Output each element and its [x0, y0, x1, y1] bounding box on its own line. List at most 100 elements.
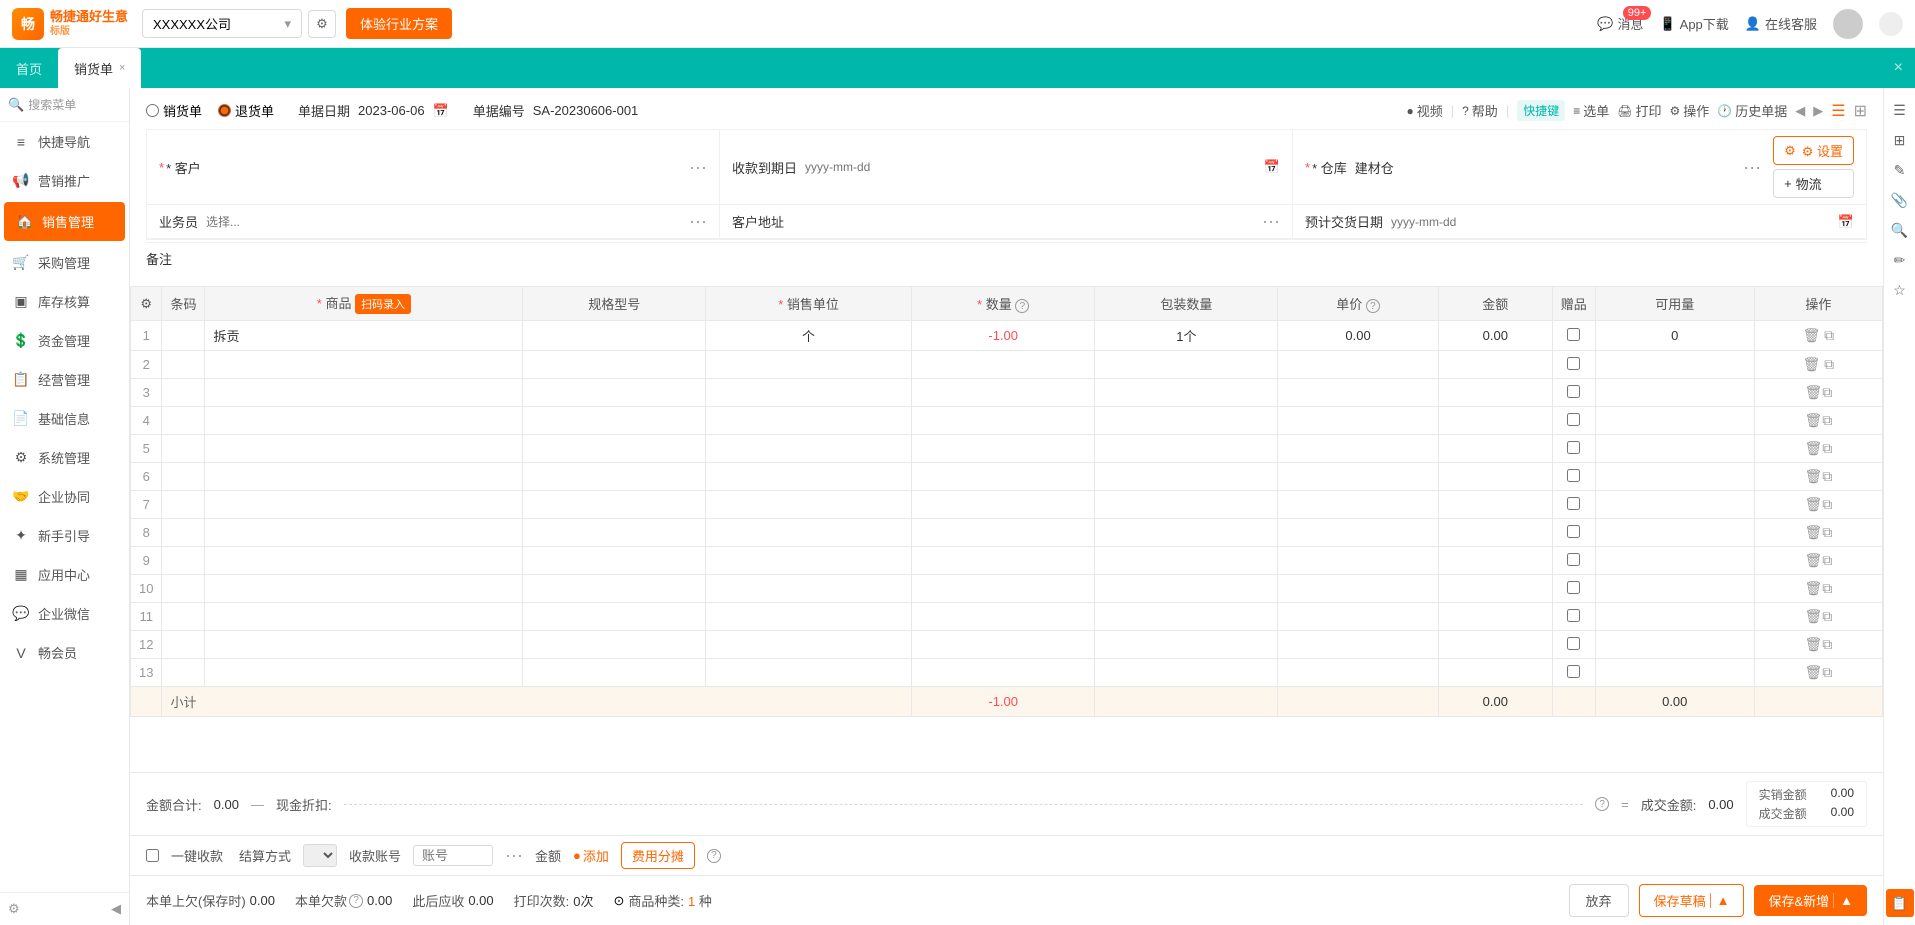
row-2-pkg[interactable]	[1095, 351, 1278, 379]
sidebar-item-finance[interactable]: 💲 资金管理	[0, 321, 129, 360]
save-new-button[interactable]: 保存&新增 ▲	[1754, 885, 1867, 916]
row-2-delete-icon[interactable]: 🗑	[1803, 356, 1821, 372]
row-1-pkg-qty[interactable]: 1个	[1095, 321, 1278, 351]
row-2-product[interactable]	[205, 351, 523, 379]
row-10-copy-icon[interactable]: ⧉	[1822, 580, 1832, 596]
expected-date-calendar-icon[interactable]: 📅	[1838, 214, 1854, 230]
right-panel-btn-5[interactable]: 🔍	[1886, 216, 1914, 244]
right-panel-btn-6[interactable]: ✏	[1886, 246, 1914, 274]
row-2-barcode[interactable]	[162, 351, 205, 379]
debit-help-icon[interactable]: ?	[349, 894, 363, 908]
row-7-delete-icon[interactable]: 🗑	[1804, 496, 1822, 512]
right-panel-btn-1[interactable]: ☰	[1886, 96, 1914, 124]
row-13-delete-icon[interactable]: 🗑	[1804, 664, 1822, 680]
row-1-delete-icon[interactable]: 🗑	[1803, 327, 1821, 343]
radio-sale[interactable]: 销货单	[146, 101, 202, 120]
row-1-amount[interactable]: 0.00	[1438, 321, 1552, 351]
fee-help-icon[interactable]: ?	[707, 849, 721, 863]
row-2-copy-icon[interactable]: ⧉	[1824, 356, 1834, 372]
row-11-delete-icon[interactable]: 🗑	[1804, 608, 1822, 624]
row-6-copy-icon[interactable]: ⧉	[1822, 468, 1832, 484]
row-7-copy-icon[interactable]: ⧉	[1822, 496, 1832, 512]
right-panel-btn-8[interactable]: 📋	[1886, 889, 1914, 917]
user-avatar2[interactable]	[1879, 12, 1903, 36]
setting-button[interactable]: ⚙ ⚙ 设置	[1773, 136, 1854, 165]
row-1-spec[interactable]	[523, 321, 706, 351]
radio-return-input[interactable]	[218, 104, 231, 117]
product-type-circle[interactable]: ⊙	[614, 893, 625, 909]
help-btn[interactable]: ? 帮助	[1462, 101, 1498, 120]
right-panel-btn-2[interactable]: ⊞	[1886, 126, 1914, 154]
row-1-barcode[interactable]	[162, 321, 205, 351]
user-avatar[interactable]	[1833, 9, 1863, 39]
row-2-gift-checkbox[interactable]	[1567, 357, 1580, 370]
sidebar-item-operations[interactable]: 📋 经营管理	[0, 360, 129, 399]
sidebar-item-apps[interactable]: ▦ 应用中心	[0, 555, 129, 594]
salesperson-dots[interactable]: ···	[689, 211, 707, 232]
sidebar-item-quick-nav[interactable]: ≡ 快捷导航	[0, 122, 129, 161]
sidebar-settings-icon[interactable]: ⚙	[8, 901, 20, 917]
sidebar-item-collab[interactable]: 🤝 企业协同	[0, 477, 129, 516]
shortcut-btn[interactable]: 快捷键	[1517, 100, 1565, 121]
radio-sale-input[interactable]	[146, 104, 159, 117]
select-btn[interactable]: ≡ 选单	[1573, 101, 1609, 120]
row-1-product[interactable]: 拆贡	[205, 321, 523, 351]
discount-help-icon[interactable]: ?	[1595, 797, 1609, 811]
row-2-spec[interactable]	[523, 351, 706, 379]
company-selector[interactable]: XXXXXX公司 ▾	[142, 9, 302, 38]
video-btn[interactable]: ● 视频	[1406, 101, 1442, 120]
right-panel-btn-4[interactable]: 📎	[1886, 186, 1914, 214]
message-button[interactable]: 💬 消息 99+	[1597, 14, 1643, 33]
right-panel-btn-7[interactable]: ☆	[1886, 276, 1914, 304]
col-settings-header[interactable]: ⚙	[131, 287, 162, 321]
sidebar-item-purchase[interactable]: 🛒 采购管理	[0, 243, 129, 282]
expected-date-input[interactable]	[1391, 215, 1838, 229]
sidebar-item-guide[interactable]: ✦ 新手引导	[0, 516, 129, 555]
row-10-delete-icon[interactable]: 🗑	[1804, 580, 1822, 596]
row-2-unit[interactable]	[706, 351, 912, 379]
customer-addr-dots[interactable]: ···	[1262, 211, 1280, 232]
sidebar-item-wechat[interactable]: 💬 企业微信	[0, 594, 129, 633]
tab-sales-order[interactable]: 销货单 ×	[58, 48, 141, 88]
row-12-delete-icon[interactable]: 🗑	[1804, 636, 1822, 652]
row-11-copy-icon[interactable]: ⧉	[1822, 608, 1832, 624]
calendar-icon[interactable]: 📅	[433, 103, 449, 119]
history-btn[interactable]: 🕐 历史单据	[1717, 101, 1787, 120]
list-view-icon[interactable]: ☰	[1831, 101, 1845, 121]
due-date-input[interactable]	[805, 160, 1264, 174]
row-6-delete-icon[interactable]: 🗑	[1804, 468, 1822, 484]
discard-button[interactable]: 放弃	[1569, 884, 1629, 917]
prev-icon[interactable]: ◀	[1795, 103, 1805, 119]
settings-button[interactable]: ⚙	[308, 10, 336, 38]
row-2-gift[interactable]	[1552, 351, 1595, 379]
sidebar-item-system[interactable]: ⚙ 系统管理	[0, 438, 129, 477]
row-3-copy-icon[interactable]: ⧉	[1822, 384, 1832, 400]
warehouse-dots[interactable]: ···	[1743, 157, 1761, 178]
nav-close-button[interactable]: ×	[1894, 59, 1903, 77]
sidebar-item-inventory[interactable]: ▣ 库存核算	[0, 282, 129, 321]
row-3-delete-icon[interactable]: 🗑	[1804, 384, 1822, 400]
one-click-checkbox[interactable]	[146, 849, 159, 862]
customer-input[interactable]	[210, 156, 689, 178]
row-12-copy-icon[interactable]: ⧉	[1822, 636, 1832, 652]
tab-close-icon[interactable]: ×	[119, 62, 125, 74]
row-2-amount[interactable]	[1438, 351, 1552, 379]
row-4-delete-icon[interactable]: 🗑	[1804, 412, 1822, 428]
tab-home[interactable]: 首页	[0, 48, 58, 88]
price-help-icon[interactable]: ?	[1366, 299, 1380, 313]
row-13-copy-icon[interactable]: ⧉	[1822, 664, 1832, 680]
row-5-delete-icon[interactable]: 🗑	[1804, 440, 1822, 456]
print-btn[interactable]: 🖨 打印	[1617, 101, 1661, 120]
save-draft-button[interactable]: 保存草稿 ▲	[1639, 884, 1745, 917]
sidebar-search[interactable]: 🔍 搜索菜单	[0, 88, 129, 122]
customer-dots[interactable]: ···	[689, 157, 707, 178]
due-date-calendar-icon[interactable]: 📅	[1264, 159, 1280, 175]
logistics-button[interactable]: + 物流	[1773, 169, 1854, 198]
fee-split-button[interactable]: 费用分摊	[621, 842, 695, 869]
app-download-button[interactable]: 📱 App下载	[1659, 14, 1728, 33]
operation-btn[interactable]: ⚙ 操作	[1670, 101, 1710, 120]
add-payment-button[interactable]: ● 添加	[573, 846, 609, 865]
grid-view-icon[interactable]: ⊞	[1854, 101, 1867, 121]
scan-button[interactable]: 扫码录入	[355, 294, 411, 314]
sidebar-item-marketing[interactable]: 📢 营销推广	[0, 161, 129, 200]
